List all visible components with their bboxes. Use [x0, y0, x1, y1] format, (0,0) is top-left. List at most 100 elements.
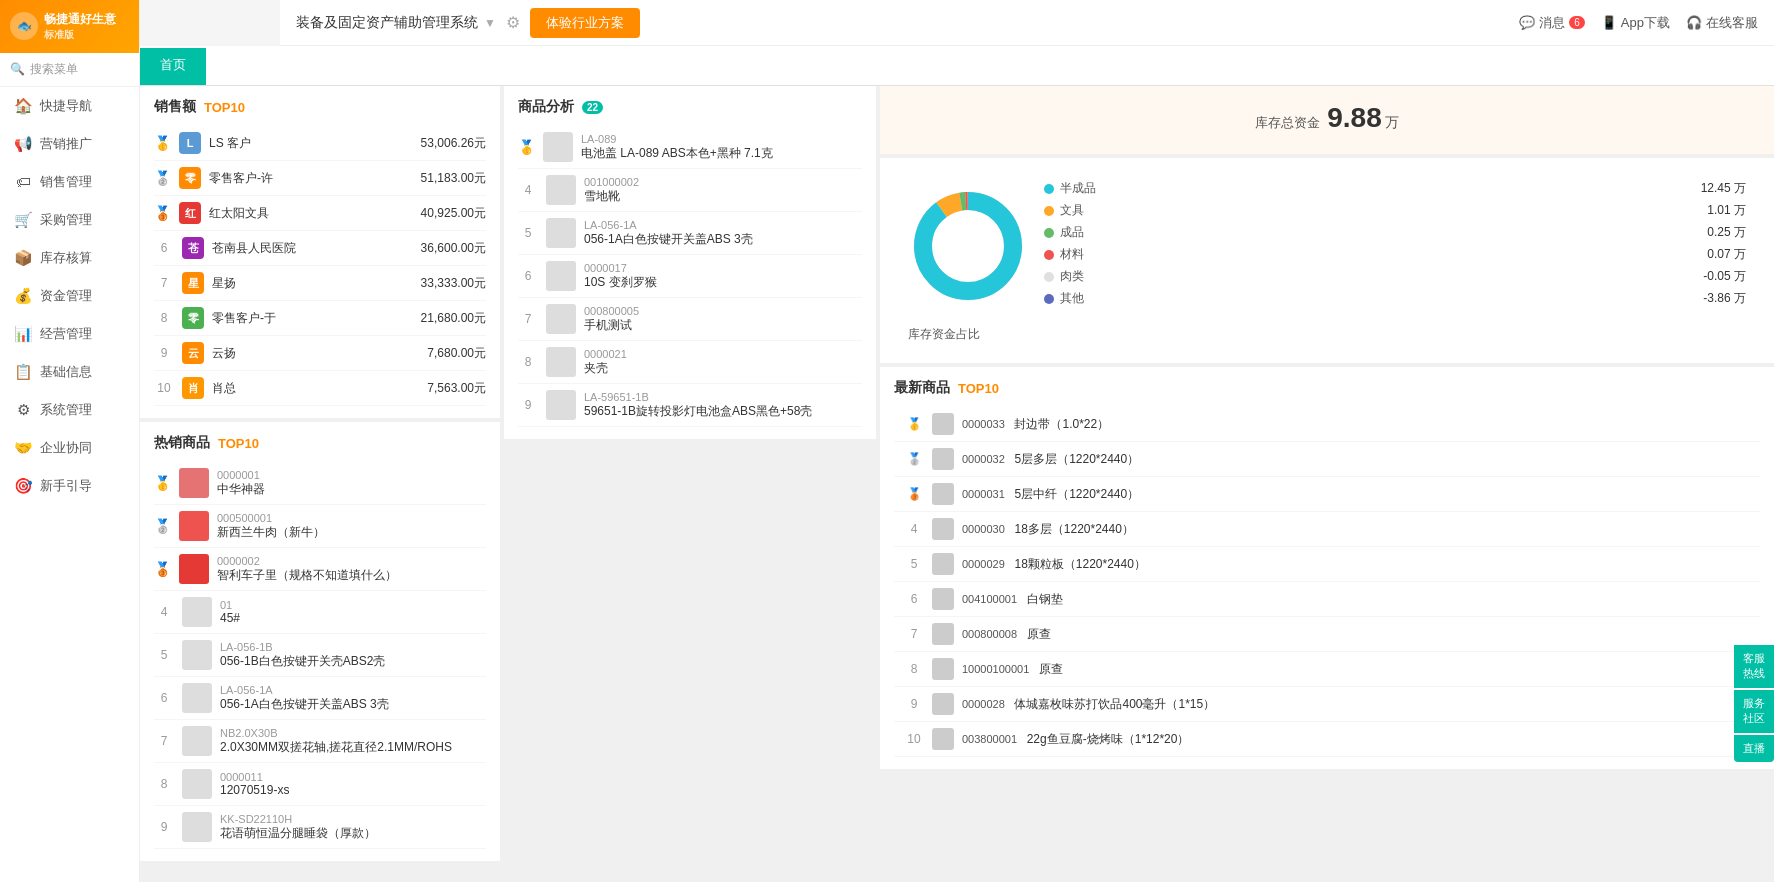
- medal-icon: 🥇: [904, 417, 924, 431]
- nav-tab-bar: 首页: [140, 46, 1774, 86]
- sidebar-item-marketing[interactable]: 📢 营销推广: [0, 125, 139, 163]
- sidebar-item-system[interactable]: ⚙ 系统管理: [0, 391, 139, 429]
- newest-top10-label: TOP10: [958, 381, 999, 396]
- medal-icon: 🥉: [154, 561, 171, 577]
- list-item: 6 004100001 白钢垫: [894, 582, 1760, 617]
- customers-section-title: 销售额 TOP10: [154, 98, 486, 116]
- mobile-icon: 📱: [1601, 15, 1617, 30]
- rank-number: 4: [154, 605, 174, 619]
- service-community-button[interactable]: 服务社区: [1734, 690, 1774, 733]
- product-code: 0000021: [584, 348, 862, 360]
- chevron-down-icon: ▼: [484, 16, 496, 30]
- product-code: 000800005: [584, 305, 862, 317]
- topbar-right: 💬 消息 6 📱 App下载 🎧 在线客服: [1519, 14, 1758, 32]
- product-thumbnail: [182, 640, 212, 670]
- tab-home[interactable]: 首页: [140, 48, 206, 85]
- customer-name: 云扬: [212, 345, 419, 362]
- legend-dot: [1044, 272, 1054, 282]
- product-thumbnail: [179, 554, 209, 584]
- list-item: 8 0000011 12070519-xs: [154, 763, 486, 806]
- table-row: 8 零 零售客户-于 21,680.00元: [154, 301, 486, 336]
- product-name: 59651-1B旋转投影灯电池盒ABS黑色+58壳: [584, 403, 862, 420]
- product-thumbnail: [546, 261, 576, 291]
- medal-icon: 🥈: [154, 518, 171, 534]
- newest-title: 最新商品 TOP10: [894, 379, 1760, 397]
- product-name: 原查: [1027, 627, 1051, 641]
- rank-number: 4: [518, 183, 538, 197]
- chart-legend: 半成品 12.45 万 文具 1.01 万 成品 0.25 万: [1044, 180, 1746, 312]
- online-service-button[interactable]: 🎧 在线客服: [1686, 14, 1758, 32]
- legend-dot: [1044, 184, 1054, 194]
- product-info: 0000017 10S 变刹罗猴: [584, 262, 862, 291]
- sidebar-item-cooperation[interactable]: 🤝 企业协同: [0, 429, 139, 467]
- live-button[interactable]: 直播: [1734, 735, 1774, 762]
- sidebar-item-label: 企业协同: [40, 439, 92, 457]
- sidebar-item-finance[interactable]: 💰 资金管理: [0, 277, 139, 315]
- product-info: 0000029 18颗粒板（1220*2440）: [962, 556, 1750, 573]
- logo-subtitle: 标准版: [44, 28, 116, 41]
- sidebar-logo: 🐟 畅捷通好生意 标准版: [0, 0, 139, 53]
- message-icon: 💬: [1519, 15, 1535, 30]
- product-name: 056-1A白色按键开关盖ABS 3壳: [584, 231, 862, 248]
- avatar: 苍: [182, 237, 204, 259]
- rank-number: 6: [154, 691, 174, 705]
- product-name: 封边带（1.0*22）: [1014, 417, 1109, 431]
- experience-button[interactable]: 体验行业方案: [530, 8, 640, 38]
- sidebar-item-basic-info[interactable]: 📋 基础信息: [0, 353, 139, 391]
- system-name-text: 装备及固定资产辅助管理系统: [296, 14, 478, 32]
- sidebar-item-label: 新手引导: [40, 477, 92, 495]
- list-item: 7 NB2.0X30B 2.0X30MM双搓花轴,搓花直径2.1MM/ROHS: [154, 720, 486, 763]
- sidebar-item-home[interactable]: 🏠 快捷导航: [0, 87, 139, 125]
- guide-icon: 🎯: [14, 477, 32, 495]
- search-menu[interactable]: 🔍 搜索菜单: [0, 53, 139, 87]
- sidebar-item-sales[interactable]: 🏷 销售管理: [0, 163, 139, 201]
- customer-name: 红太阳文具: [209, 205, 413, 222]
- sales-icon: 🏷: [14, 173, 32, 190]
- customer-service-button[interactable]: 客服热线: [1734, 645, 1774, 688]
- sidebar-item-guide[interactable]: 🎯 新手引导: [0, 467, 139, 505]
- sidebar-item-inventory[interactable]: 📦 库存核算: [0, 239, 139, 277]
- product-thumbnail: [932, 413, 954, 435]
- medal-icon: 🥇: [154, 475, 171, 491]
- sidebar-item-purchase[interactable]: 🛒 采购管理: [0, 201, 139, 239]
- product-info: 0000031 5层中纤（1220*2440）: [962, 486, 1750, 503]
- medal-icon: 🥉: [154, 205, 171, 221]
- legend-dot: [1044, 206, 1054, 216]
- list-item: 🥈 0000032 5层多层（1220*2440）: [894, 442, 1760, 477]
- product-thumbnail: [546, 390, 576, 420]
- customer-service-label: 客服热线: [1743, 652, 1765, 679]
- sidebar-item-operations[interactable]: 📊 经营管理: [0, 315, 139, 353]
- medal-icon: 🥈: [904, 452, 924, 466]
- customer-amount: 21,680.00元: [421, 310, 486, 327]
- product-name: 5层中纤（1220*2440）: [1014, 487, 1139, 501]
- topbar: 装备及固定资产辅助管理系统 ▼ ⚙ 体验行业方案 💬 消息 6 📱 App下载 …: [280, 0, 1774, 46]
- gear-icon[interactable]: ⚙: [506, 13, 520, 32]
- app-download-button[interactable]: 📱 App下载: [1601, 14, 1670, 32]
- rank-number: 7: [518, 312, 538, 326]
- product-info: LA-056-1B 056-1B白色按键开关壳ABS2壳: [220, 641, 486, 670]
- product-code: 01: [220, 599, 486, 611]
- table-row: 9 云 云扬 7,680.00元: [154, 336, 486, 371]
- product-info: LA-59651-1B 59651-1B旋转投影灯电池盒ABS黑色+58壳: [584, 391, 862, 420]
- avatar: 零: [182, 307, 204, 329]
- svg-point-1: [923, 201, 1013, 291]
- product-info: 000800005 手机测试: [584, 305, 862, 334]
- list-item: 9 0000028 体城嘉枚味苏打饮品400毫升（1*15）: [894, 687, 1760, 722]
- product-thumbnail: [932, 693, 954, 715]
- list-item: 🥉 0000031 5层中纤（1220*2440）: [894, 477, 1760, 512]
- sidebar-item-label: 经营管理: [40, 325, 92, 343]
- messages-button[interactable]: 💬 消息 6: [1519, 14, 1585, 32]
- rank-number: 9: [154, 820, 174, 834]
- hot-products-title-text: 热销商品: [154, 434, 210, 452]
- rank-number: 6: [904, 592, 924, 606]
- product-name: 手机测试: [584, 317, 862, 334]
- legend-value: 1.01 万: [1707, 202, 1746, 219]
- inventory-unit: 万: [1385, 114, 1399, 130]
- product-code: 0000001: [217, 469, 486, 481]
- medal-icon: 🥇: [154, 135, 171, 151]
- product-code: 0000030: [962, 523, 1005, 535]
- rank-number: 5: [904, 557, 924, 571]
- sidebar-nav: 🏠 快捷导航 📢 营销推广 🏷 销售管理 🛒 采购管理 📦 库存核算 💰 资金管…: [0, 87, 139, 882]
- product-thumbnail: [546, 175, 576, 205]
- newest-title-text: 最新商品: [894, 379, 950, 397]
